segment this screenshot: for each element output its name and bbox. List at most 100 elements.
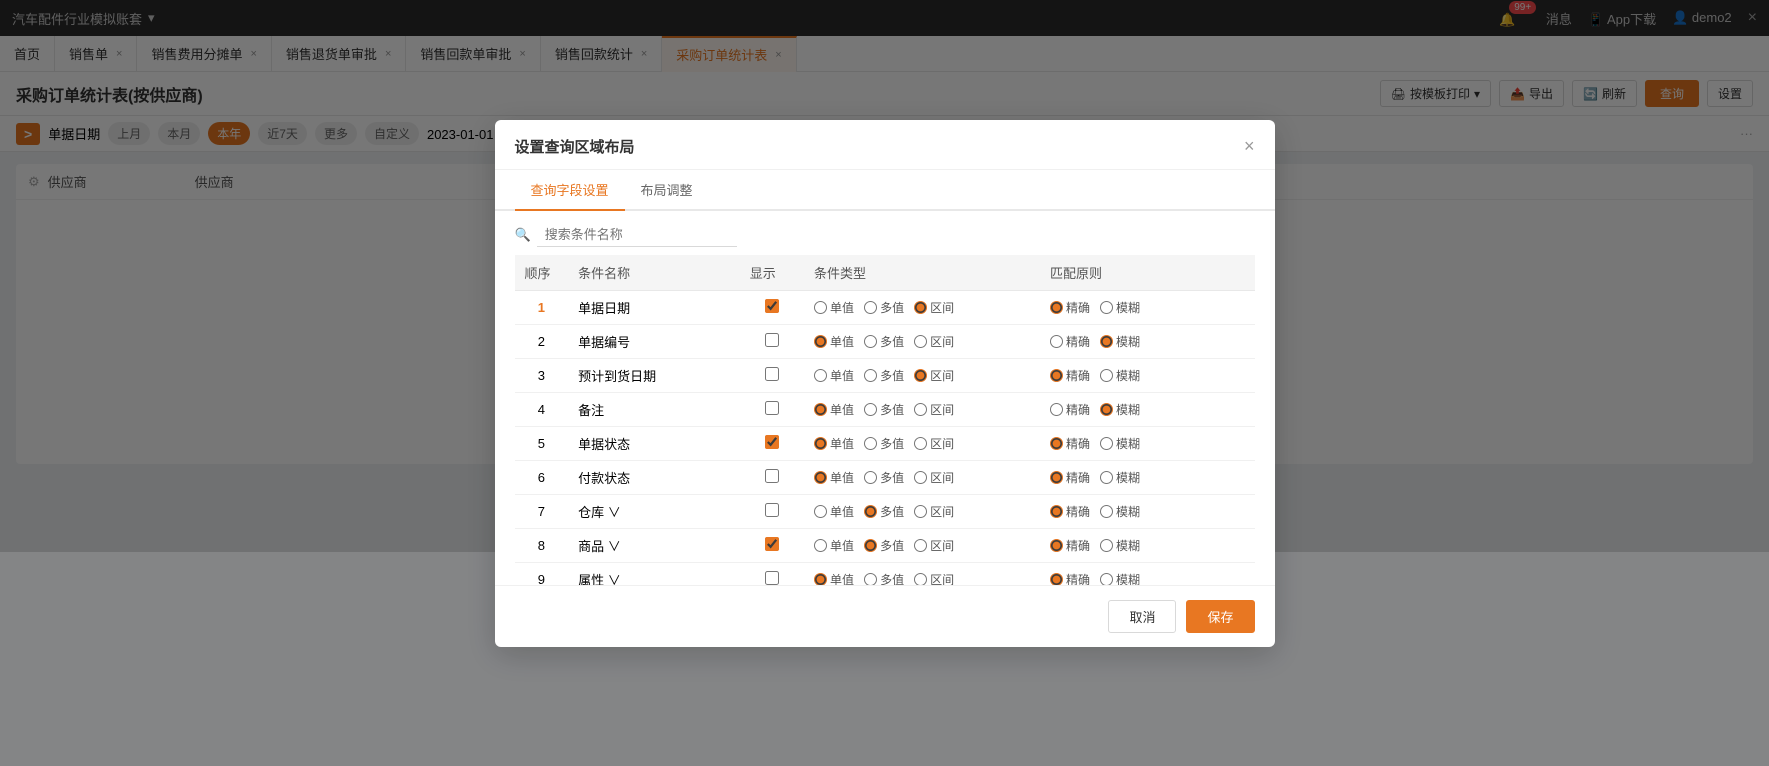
show-checkbox[interactable] bbox=[765, 503, 779, 517]
row-type-radios: 单值多值区间 bbox=[804, 528, 1040, 562]
show-checkbox[interactable] bbox=[765, 333, 779, 347]
type-option-单值[interactable]: 单值 bbox=[814, 571, 854, 585]
match-option-模糊[interactable]: 模糊 bbox=[1100, 469, 1140, 486]
modal-close-button[interactable]: × bbox=[1244, 136, 1255, 157]
row-show-checkbox[interactable] bbox=[740, 426, 804, 460]
row-show-checkbox[interactable] bbox=[740, 562, 804, 585]
show-checkbox[interactable] bbox=[765, 537, 779, 551]
row-type-radios: 单值多值区间 bbox=[804, 460, 1040, 494]
search-input[interactable] bbox=[537, 223, 737, 247]
row-condition-name: 单据日期 bbox=[568, 290, 740, 324]
row-condition-name: 备注 bbox=[568, 392, 740, 426]
type-option-多值[interactable]: 多值 bbox=[864, 333, 904, 350]
row-condition-name: 属性 ∨ bbox=[568, 562, 740, 585]
type-option-多值[interactable]: 多值 bbox=[864, 401, 904, 418]
modal-body: 顺序 条件名称 显示 条件类型 匹配原则 1单据日期单值多值区间精确模糊2单据编… bbox=[495, 255, 1275, 585]
type-option-单值[interactable]: 单值 bbox=[814, 537, 854, 554]
row-type-radios: 单值多值区间 bbox=[804, 324, 1040, 358]
modal-title: 设置查询区域布局 bbox=[515, 136, 635, 157]
modal-tab-layout[interactable]: 布局调整 bbox=[625, 170, 709, 211]
type-option-单值[interactable]: 单值 bbox=[814, 401, 854, 418]
row-type-radios: 单值多值区间 bbox=[804, 358, 1040, 392]
row-type-radios: 单值多值区间 bbox=[804, 392, 1040, 426]
type-option-单值[interactable]: 单值 bbox=[814, 367, 854, 384]
type-option-区间[interactable]: 区间 bbox=[914, 299, 954, 316]
row-show-checkbox[interactable] bbox=[740, 392, 804, 426]
match-option-精确[interactable]: 精确 bbox=[1050, 367, 1090, 384]
match-option-模糊[interactable]: 模糊 bbox=[1100, 537, 1140, 554]
type-option-区间[interactable]: 区间 bbox=[914, 537, 954, 554]
type-option-单值[interactable]: 单值 bbox=[814, 435, 854, 452]
type-option-单值[interactable]: 单值 bbox=[814, 299, 854, 316]
row-type-radios: 单值多值区间 bbox=[804, 290, 1040, 324]
match-option-精确[interactable]: 精确 bbox=[1050, 469, 1090, 486]
match-option-精确[interactable]: 精确 bbox=[1050, 299, 1090, 316]
match-option-模糊[interactable]: 模糊 bbox=[1100, 333, 1140, 350]
table-scroll[interactable]: 顺序 条件名称 显示 条件类型 匹配原则 1单据日期单值多值区间精确模糊2单据编… bbox=[515, 255, 1255, 585]
match-option-精确[interactable]: 精确 bbox=[1050, 333, 1090, 350]
type-option-单值[interactable]: 单值 bbox=[814, 469, 854, 486]
cancel-button[interactable]: 取消 bbox=[1108, 600, 1176, 633]
type-option-区间[interactable]: 区间 bbox=[914, 469, 954, 486]
row-match-radios: 精确模糊 bbox=[1040, 290, 1255, 324]
type-option-区间[interactable]: 区间 bbox=[914, 333, 954, 350]
show-checkbox[interactable] bbox=[765, 299, 779, 313]
type-option-区间[interactable]: 区间 bbox=[914, 571, 954, 585]
search-icon: 🔍 bbox=[515, 227, 531, 243]
match-option-模糊[interactable]: 模糊 bbox=[1100, 503, 1140, 520]
type-option-区间[interactable]: 区间 bbox=[914, 503, 954, 520]
type-option-单值[interactable]: 单值 bbox=[814, 333, 854, 350]
row-match-radios: 精确模糊 bbox=[1040, 460, 1255, 494]
match-option-精确[interactable]: 精确 bbox=[1050, 571, 1090, 585]
table-row: 2单据编号单值多值区间精确模糊 bbox=[515, 324, 1255, 358]
type-option-多值[interactable]: 多值 bbox=[864, 299, 904, 316]
row-order: 8 bbox=[515, 528, 569, 562]
show-checkbox[interactable] bbox=[765, 367, 779, 381]
match-option-模糊[interactable]: 模糊 bbox=[1100, 401, 1140, 418]
col-header-match: 匹配原则 bbox=[1040, 255, 1255, 291]
type-option-多值[interactable]: 多值 bbox=[864, 571, 904, 585]
row-match-radios: 精确模糊 bbox=[1040, 358, 1255, 392]
row-match-radios: 精确模糊 bbox=[1040, 562, 1255, 585]
type-option-多值[interactable]: 多值 bbox=[864, 367, 904, 384]
row-show-checkbox[interactable] bbox=[740, 528, 804, 562]
modal-search: 🔍 bbox=[495, 211, 1275, 255]
type-option-区间[interactable]: 区间 bbox=[914, 367, 954, 384]
match-option-模糊[interactable]: 模糊 bbox=[1100, 435, 1140, 452]
match-option-精确[interactable]: 精确 bbox=[1050, 503, 1090, 520]
row-show-checkbox[interactable] bbox=[740, 460, 804, 494]
match-option-模糊[interactable]: 模糊 bbox=[1100, 299, 1140, 316]
row-order: 9 bbox=[515, 562, 569, 585]
match-option-模糊[interactable]: 模糊 bbox=[1100, 367, 1140, 384]
type-option-区间[interactable]: 区间 bbox=[914, 401, 954, 418]
table-row: 9属性 ∨单值多值区间精确模糊 bbox=[515, 562, 1255, 585]
row-order: 4 bbox=[515, 392, 569, 426]
show-checkbox[interactable] bbox=[765, 469, 779, 483]
show-checkbox[interactable] bbox=[765, 571, 779, 585]
row-condition-name: 单据状态 bbox=[568, 426, 740, 460]
row-show-checkbox[interactable] bbox=[740, 324, 804, 358]
match-option-精确[interactable]: 精确 bbox=[1050, 435, 1090, 452]
row-order: 2 bbox=[515, 324, 569, 358]
conditions-table: 顺序 条件名称 显示 条件类型 匹配原则 1单据日期单值多值区间精确模糊2单据编… bbox=[515, 255, 1255, 585]
save-button[interactable]: 保存 bbox=[1186, 600, 1254, 633]
show-checkbox[interactable] bbox=[765, 435, 779, 449]
row-type-radios: 单值多值区间 bbox=[804, 562, 1040, 585]
table-row: 1单据日期单值多值区间精确模糊 bbox=[515, 290, 1255, 324]
type-option-多值[interactable]: 多值 bbox=[864, 469, 904, 486]
modal-tab-query-fields[interactable]: 查询字段设置 bbox=[515, 170, 625, 211]
table-row: 8商品 ∨单值多值区间精确模糊 bbox=[515, 528, 1255, 562]
type-option-多值[interactable]: 多值 bbox=[864, 503, 904, 520]
match-option-模糊[interactable]: 模糊 bbox=[1100, 571, 1140, 585]
type-option-多值[interactable]: 多值 bbox=[864, 537, 904, 554]
type-option-多值[interactable]: 多值 bbox=[864, 435, 904, 452]
modal-header: 设置查询区域布局 × bbox=[495, 120, 1275, 170]
type-option-区间[interactable]: 区间 bbox=[914, 435, 954, 452]
row-show-checkbox[interactable] bbox=[740, 290, 804, 324]
match-option-精确[interactable]: 精确 bbox=[1050, 401, 1090, 418]
row-show-checkbox[interactable] bbox=[740, 494, 804, 528]
row-show-checkbox[interactable] bbox=[740, 358, 804, 392]
type-option-单值[interactable]: 单值 bbox=[814, 503, 854, 520]
match-option-精确[interactable]: 精确 bbox=[1050, 537, 1090, 554]
show-checkbox[interactable] bbox=[765, 401, 779, 415]
